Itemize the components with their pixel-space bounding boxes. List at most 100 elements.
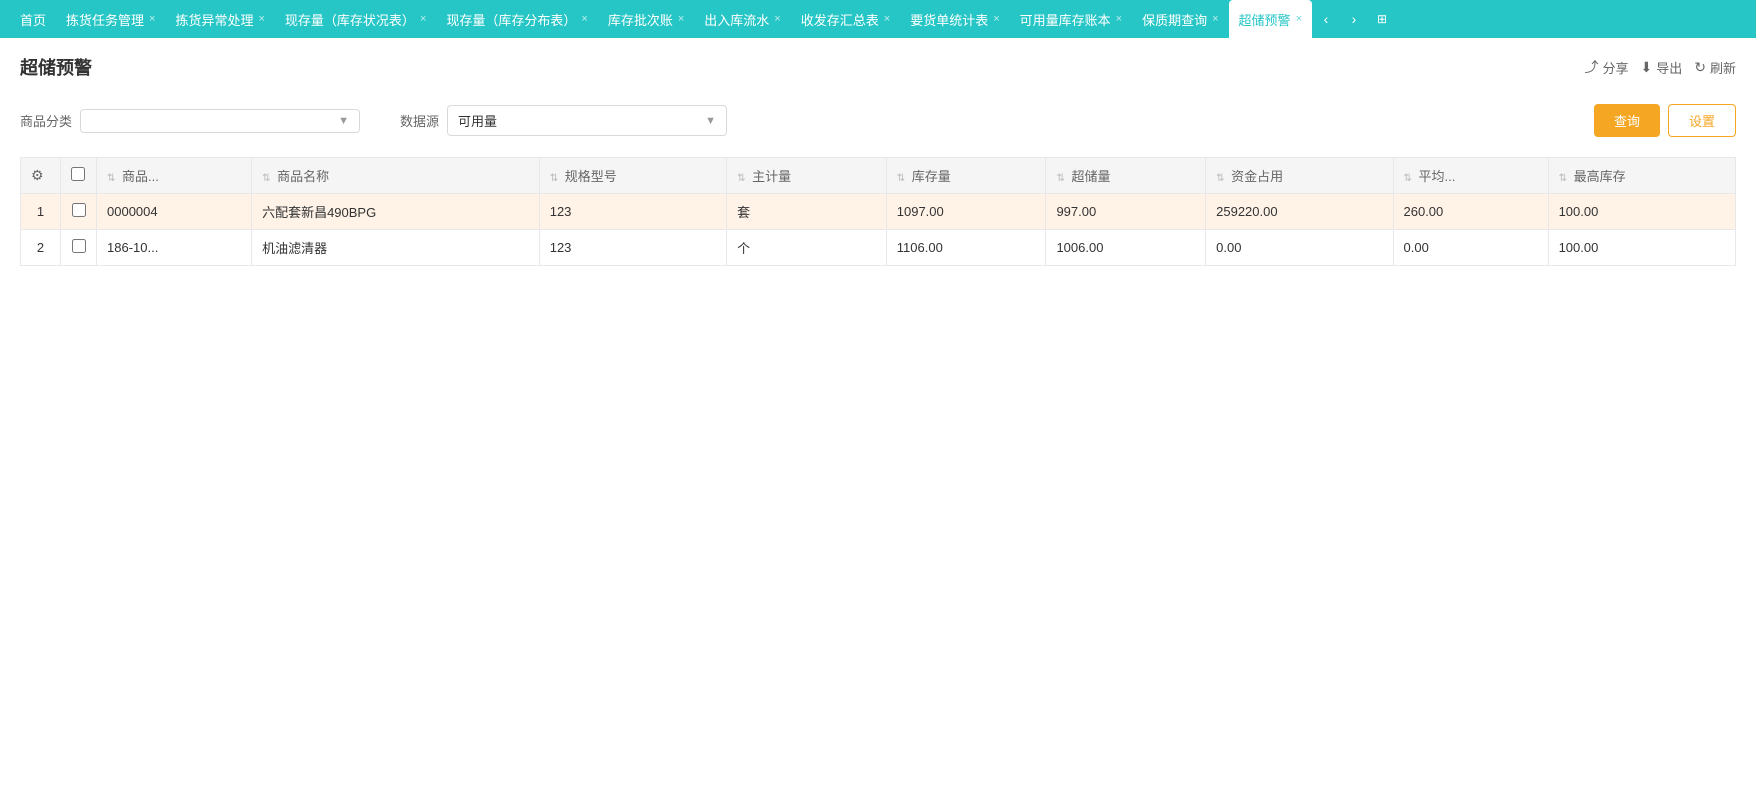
row-overstock-1: 997.00 [1046,194,1206,230]
col-name[interactable]: ⇅ 商品名称 [252,158,540,194]
row-maxstock-1: 100.00 [1548,194,1735,230]
category-label: 商品分类 [20,111,72,130]
nav-item-5[interactable]: 库存批次账 × [598,0,694,38]
close-tab-3[interactable]: × [420,13,426,25]
page-header: 超储预警 ⤴ 分享 ⬇ 导出 ↻ 刷新 [20,54,1736,80]
nav-item-6[interactable]: 出入库流水 × [694,0,790,38]
sort-icon-maxstock: ⇅ [1559,173,1567,184]
close-tab-11[interactable]: × [1296,13,1302,25]
nav-item-11-active[interactable]: 超储预警 × [1229,0,1312,38]
nav-next-arrow[interactable]: › [1340,0,1368,38]
sort-icon-spec: ⇅ [550,173,558,184]
nav-item-2[interactable]: 拣货异常处理 × [165,0,274,38]
table-header: ⚙ ⇅ 商品... ⇅ 商品名称 ⇅ 规格型号 ⇅ [21,158,1736,194]
col-spec[interactable]: ⇅ 规格型号 [539,158,726,194]
header-actions: ⤴ 分享 ⬇ 导出 ↻ 刷新 [1584,57,1736,77]
sort-icon-avg: ⇅ [1404,173,1412,184]
col-overstock[interactable]: ⇅ 超储量 [1046,158,1206,194]
sort-icon-stock: ⇅ [897,173,905,184]
row-code-1: 0000004 [97,194,252,230]
row-select-2[interactable] [72,239,86,253]
col-avg[interactable]: ⇅ 平均... [1393,158,1548,194]
top-nav: 首页 拣货任务管理 × 拣货异常处理 × 现存量（库存状况表） × 现存量（库存… [0,0,1756,38]
datasource-label: 数据源 [400,111,439,130]
nav-item-3[interactable]: 现存量（库存状况表） × [275,0,436,38]
nav-item-4[interactable]: 现存量（库存分布表） × [436,0,597,38]
row-stock-1: 1097.00 [886,194,1046,230]
close-tab-10[interactable]: × [1212,13,1218,25]
col-maxstock[interactable]: ⇅ 最高库存 [1548,158,1735,194]
col-unit[interactable]: ⇅ 主计量 [727,158,887,194]
row-avg-2: 0.00 [1393,230,1548,266]
category-filter-item: 商品分类 ▼ [20,109,360,133]
nav-item-10[interactable]: 保质期查询 × [1132,0,1228,38]
table-body: 1 0000004 六配套新昌490BPG 123 套 1097.00 997.… [21,194,1736,266]
row-spec-2: 123 [539,230,726,266]
close-tab-6[interactable]: × [774,13,780,25]
row-num-2: 2 [21,230,61,266]
row-name-2: 机油滤清器 [252,230,540,266]
close-tab-4[interactable]: × [581,13,587,25]
page-title: 超储预警 [20,54,92,80]
row-capital-2: 0.00 [1206,230,1393,266]
nav-item-9[interactable]: 可用量库存账本 × [1010,0,1132,38]
data-table: ⚙ ⇅ 商品... ⇅ 商品名称 ⇅ 规格型号 ⇅ [20,157,1736,266]
nav-item-home[interactable]: 首页 [10,0,56,38]
sort-icon-name: ⇅ [262,173,270,184]
col-checkbox-header [61,158,97,194]
sort-icon-unit: ⇅ [737,173,745,184]
filter-buttons: 查询 设置 [1594,104,1736,137]
settings-button[interactable]: 设置 [1668,104,1736,137]
row-code-2: 186-10... [97,230,252,266]
datasource-arrow-icon: ▼ [705,115,716,127]
table-row: 1 0000004 六配套新昌490BPG 123 套 1097.00 997.… [21,194,1736,230]
row-avg-1: 260.00 [1393,194,1548,230]
export-icon: ⬇ [1641,59,1653,76]
close-tab-2[interactable]: × [258,13,264,25]
row-stock-2: 1106.00 [886,230,1046,266]
close-tab-8[interactable]: × [993,13,999,25]
row-capital-1: 259220.00 [1206,194,1393,230]
col-capital[interactable]: ⇅ 资金占用 [1206,158,1393,194]
col-stock[interactable]: ⇅ 库存量 [886,158,1046,194]
close-tab-5[interactable]: × [678,13,684,25]
row-select-1[interactable] [72,203,86,217]
row-checkbox-2 [61,230,97,266]
datasource-select[interactable]: 可用量 ▼ [447,105,727,136]
table-row: 2 186-10... 机油滤清器 123 个 1106.00 1006.00 … [21,230,1736,266]
close-tab-7[interactable]: × [884,13,890,25]
nav-prev-arrow[interactable]: ‹ [1312,0,1340,38]
row-name-1: 六配套新昌490BPG [252,194,540,230]
select-all-checkbox[interactable] [71,167,85,181]
row-num-1: 1 [21,194,61,230]
datasource-filter-item: 数据源 可用量 ▼ [400,105,727,136]
close-tab-9[interactable]: × [1116,13,1122,25]
close-tab-1[interactable]: × [149,13,155,25]
share-icon: ⤴ [1584,57,1598,77]
row-unit-1: 套 [727,194,887,230]
col-settings: ⚙ [21,158,61,194]
nav-item-8[interactable]: 要货单统计表 × [900,0,1009,38]
query-button[interactable]: 查询 [1594,104,1660,137]
refresh-icon: ↻ [1694,59,1706,76]
gear-icon[interactable]: ⚙ [31,167,44,183]
category-select[interactable]: ▼ [80,109,360,133]
refresh-link[interactable]: ↻ 刷新 [1694,58,1736,77]
nav-item-1[interactable]: 拣货任务管理 × [56,0,165,38]
row-overstock-2: 1006.00 [1046,230,1206,266]
datasource-value: 可用量 [458,111,497,130]
sort-icon-overstock: ⇅ [1056,173,1064,184]
nav-more-arrow[interactable]: ⊞ [1368,0,1396,38]
row-checkbox-1 [61,194,97,230]
category-arrow-icon: ▼ [338,115,349,127]
row-unit-2: 个 [727,230,887,266]
row-spec-1: 123 [539,194,726,230]
share-link[interactable]: ⤴ 分享 [1584,57,1628,77]
sort-icon-capital: ⇅ [1216,173,1224,184]
filter-row: 商品分类 ▼ 数据源 可用量 ▼ 查询 设置 [20,96,1736,145]
sort-icon-code: ⇅ [107,173,115,184]
row-maxstock-2: 100.00 [1548,230,1735,266]
nav-item-7[interactable]: 收发存汇总表 × [791,0,900,38]
col-code[interactable]: ⇅ 商品... [97,158,252,194]
export-link[interactable]: ⬇ 导出 [1641,58,1683,77]
